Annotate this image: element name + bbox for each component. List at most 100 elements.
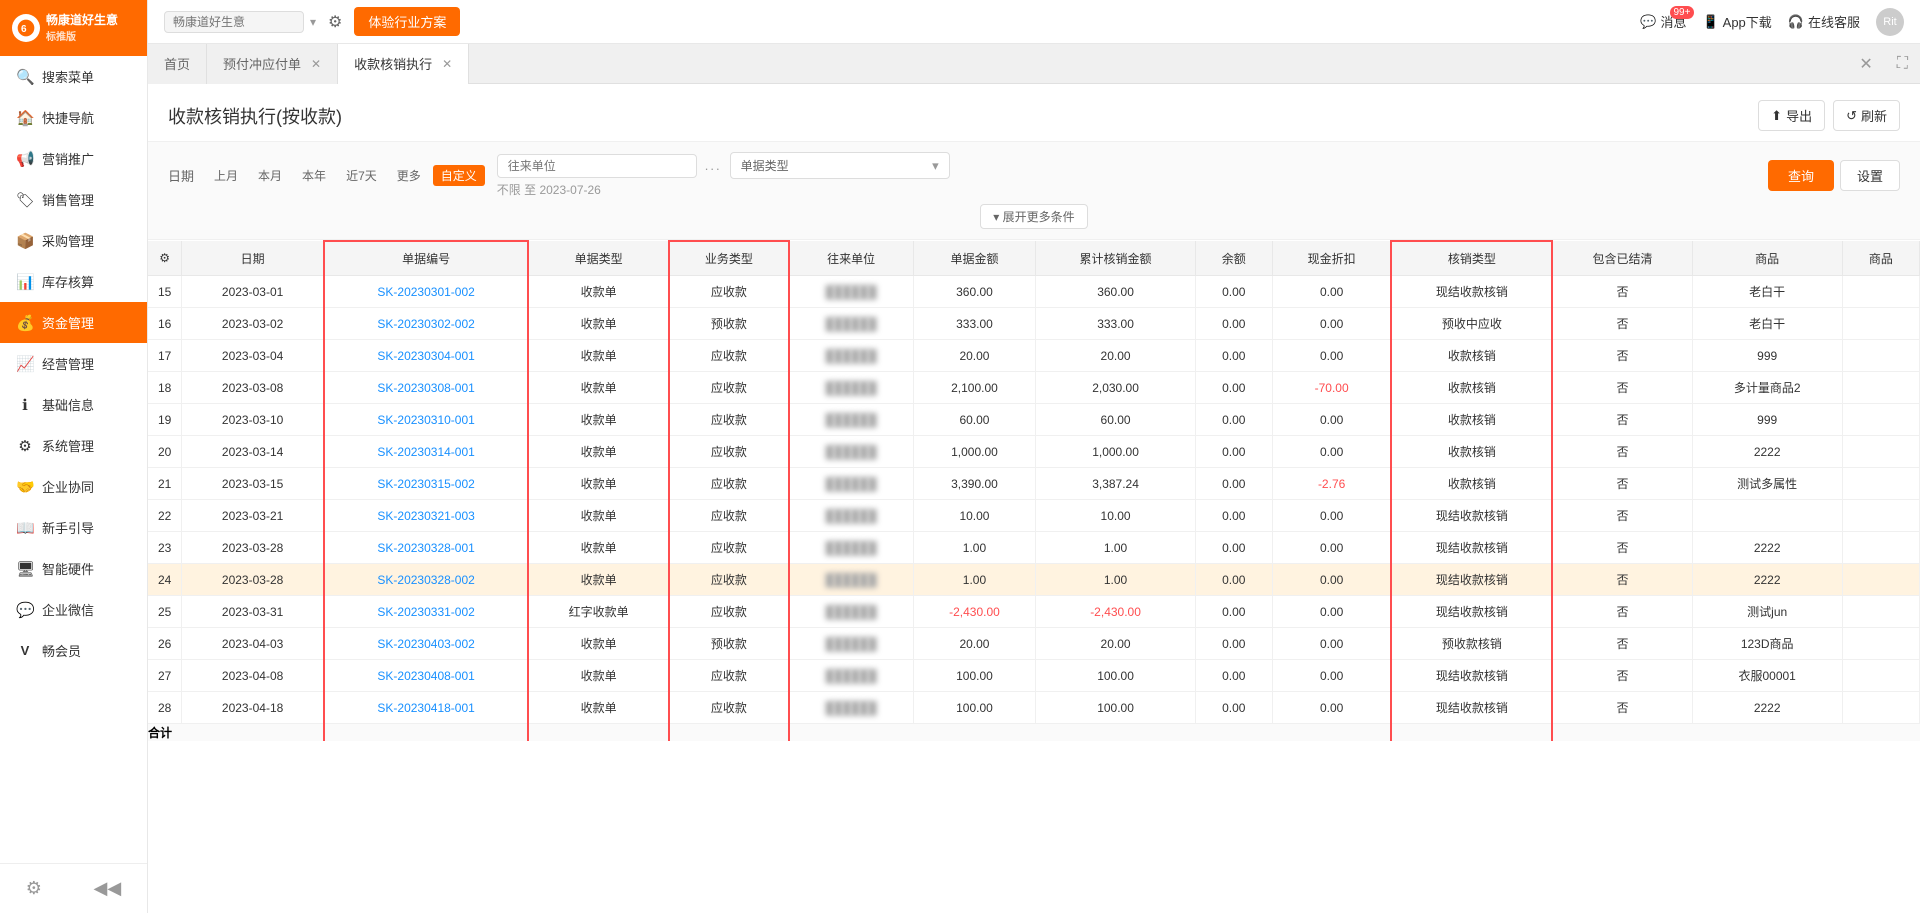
fullscreen-icon[interactable]: ⛶ — [1885, 44, 1920, 84]
close-tab-icon[interactable]: ✕ — [1847, 44, 1884, 84]
row-goods: 2222 — [1692, 436, 1842, 468]
date-btn-this-year[interactable]: 本年 — [294, 165, 334, 186]
sidebar-item-quicknav[interactable]: 🏠 快捷导航 — [0, 97, 147, 138]
bill-no-link[interactable]: SK-20230314-001 — [377, 445, 474, 459]
export-button[interactable]: ⬆ 导出 — [1758, 100, 1825, 131]
row-no: 20 — [148, 436, 182, 468]
th-counterpart: 往来单位 — [789, 241, 913, 276]
row-goods: 老白干 — [1692, 308, 1842, 340]
bill-no-link[interactable]: SK-20230310-001 — [377, 413, 474, 427]
collapse-icon[interactable]: ◀◀ — [84, 872, 132, 905]
online-service-button[interactable]: 🎧 在线客服 — [1788, 12, 1860, 31]
row-has-settled: 否 — [1552, 500, 1692, 532]
table-row: 17 2023-03-04 SK-20230304-001 收款单 应收款 ██… — [148, 340, 1920, 372]
th-date: 日期 — [182, 241, 324, 276]
row-amount: 333.00 — [913, 308, 1036, 340]
bill-no-link[interactable]: SK-20230315-002 — [377, 477, 474, 491]
expand-more-button[interactable]: ▾ 展开更多条件 — [980, 204, 1087, 229]
settings-bottom-icon[interactable]: ⚙ — [16, 872, 52, 905]
th-cancel-type: 核销类型 — [1391, 241, 1552, 276]
user-avatar[interactable]: Rit — [1876, 8, 1904, 36]
sidebar-item-wechat[interactable]: 💬 企业微信 — [0, 589, 147, 630]
row-balance: 0.00 — [1195, 276, 1272, 308]
th-bill-no: 单据编号 — [324, 241, 529, 276]
settings-button[interactable]: 设置 — [1840, 160, 1900, 191]
row-biz-type: 应收款 — [669, 596, 789, 628]
refresh-button[interactable]: ↺ 刷新 — [1833, 100, 1900, 131]
sidebar-item-operations[interactable]: 📈 经营管理 — [0, 343, 147, 384]
industry-solution-button[interactable]: 体验行业方案 — [354, 7, 460, 36]
row-discount: 0.00 — [1272, 500, 1391, 532]
row-date: 2023-04-08 — [182, 660, 324, 692]
bill-no-link[interactable]: SK-20230302-002 — [377, 317, 474, 331]
row-has-settled: 否 — [1552, 468, 1692, 500]
sidebar-item-sales[interactable]: 🏷 销售管理 — [0, 179, 147, 220]
tab-prepay-label: 预付冲应付单 — [223, 54, 301, 73]
bill-no-link[interactable]: SK-20230328-001 — [377, 541, 474, 555]
sidebar-item-label: 快捷导航 — [42, 108, 94, 127]
chevron-down-icon: ▾ — [310, 15, 316, 29]
sidebar-item-finance[interactable]: 💰 资金管理 — [0, 302, 147, 343]
row-date: 2023-04-03 — [182, 628, 324, 660]
footer-goods2 — [1842, 724, 1919, 742]
row-cancel-type: 现结收款核销 — [1391, 692, 1552, 724]
sidebar-item-inventory[interactable]: 📊 库存核算 — [0, 261, 147, 302]
date-btn-more[interactable]: 更多 — [389, 165, 429, 186]
row-discount: 0.00 — [1272, 436, 1391, 468]
bill-no-link[interactable]: SK-20230304-001 — [377, 349, 474, 363]
sidebar-item-corp[interactable]: 🤝 企业协同 — [0, 466, 147, 507]
counterpart-input[interactable] — [497, 154, 697, 178]
row-amount: 360.00 — [913, 276, 1036, 308]
bill-no-link[interactable]: SK-20230308-001 — [377, 381, 474, 395]
date-btn-last-month[interactable]: 上月 — [206, 165, 246, 186]
bill-no-link[interactable]: SK-20230418-001 — [377, 701, 474, 715]
query-button[interactable]: 查询 — [1768, 160, 1834, 191]
bill-no-link[interactable]: SK-20230321-003 — [377, 509, 474, 523]
sidebar-item-label: 库存核算 — [42, 272, 94, 291]
app-download-button[interactable]: 📱 App下载 — [1702, 12, 1771, 31]
sidebar-item-purchase[interactable]: 📦 采购管理 — [0, 220, 147, 261]
date-btn-7days[interactable]: 近7天 — [338, 165, 385, 186]
topbar-right: 💬 消息 99+ 📱 App下载 🎧 在线客服 Rit — [1640, 8, 1904, 36]
bill-no-link[interactable]: SK-20230301-002 — [377, 285, 474, 299]
sidebar-item-guide[interactable]: 📖 新手引导 — [0, 507, 147, 548]
chevron-down-small-icon: ▾ — [993, 210, 999, 224]
row-cancel-type: 预收中应收 — [1391, 308, 1552, 340]
bill-no-link[interactable]: SK-20230408-001 — [377, 669, 474, 683]
gear-icon[interactable]: ⚙ — [328, 12, 342, 32]
brand-input[interactable] — [164, 11, 304, 33]
date-btn-custom[interactable]: 自定义 — [433, 165, 485, 186]
sidebar-item-search[interactable]: 🔍 搜索菜单 — [0, 56, 147, 97]
sidebar-item-label: 新手引导 — [42, 518, 94, 537]
tab-prepay[interactable]: 预付冲应付单 ✕ — [207, 44, 338, 84]
tab-collection-close[interactable]: ✕ — [442, 57, 452, 71]
sidebar-item-basic[interactable]: ℹ 基础信息 — [0, 384, 147, 425]
tab-home[interactable]: 首页 — [148, 44, 207, 84]
row-cancel-type: 收款核销 — [1391, 436, 1552, 468]
row-goods: 测试jun — [1692, 596, 1842, 628]
messages-button[interactable]: 💬 消息 99+ — [1640, 12, 1686, 31]
message-icon: 💬 — [1640, 14, 1656, 30]
row-cancel-type: 收款核销 — [1391, 404, 1552, 436]
row-biz-type: 应收款 — [669, 340, 789, 372]
row-cancel-type: 收款核销 — [1391, 340, 1552, 372]
table-row: 21 2023-03-15 SK-20230315-002 收款单 应收款 ██… — [148, 468, 1920, 500]
bill-no-link[interactable]: SK-20230331-002 — [377, 605, 474, 619]
date-btn-this-month[interactable]: 本月 — [250, 165, 290, 186]
tab-prepay-close[interactable]: ✕ — [311, 57, 321, 71]
row-no: 21 — [148, 468, 182, 500]
row-biz-type: 应收款 — [669, 532, 789, 564]
bill-no-link[interactable]: SK-20230403-002 — [377, 637, 474, 651]
column-settings-icon[interactable]: ⚙ — [159, 251, 170, 265]
tab-collection[interactable]: 收款核销执行 ✕ — [338, 44, 469, 84]
row-goods: 999 — [1692, 340, 1842, 372]
sidebar-item-marketing[interactable]: 📢 营销推广 — [0, 138, 147, 179]
row-accum: 60.00 — [1036, 404, 1195, 436]
row-has-settled: 否 — [1552, 692, 1692, 724]
bill-no-link[interactable]: SK-20230328-002 — [377, 573, 474, 587]
sidebar-item-member[interactable]: V 畅会员 — [0, 630, 147, 671]
sidebar-item-hardware[interactable]: 🖥 智能硬件 — [0, 548, 147, 589]
row-counterpart: ██████ — [789, 564, 913, 596]
row-biz-type: 应收款 — [669, 500, 789, 532]
sidebar-item-system[interactable]: ⚙ 系统管理 — [0, 425, 147, 466]
